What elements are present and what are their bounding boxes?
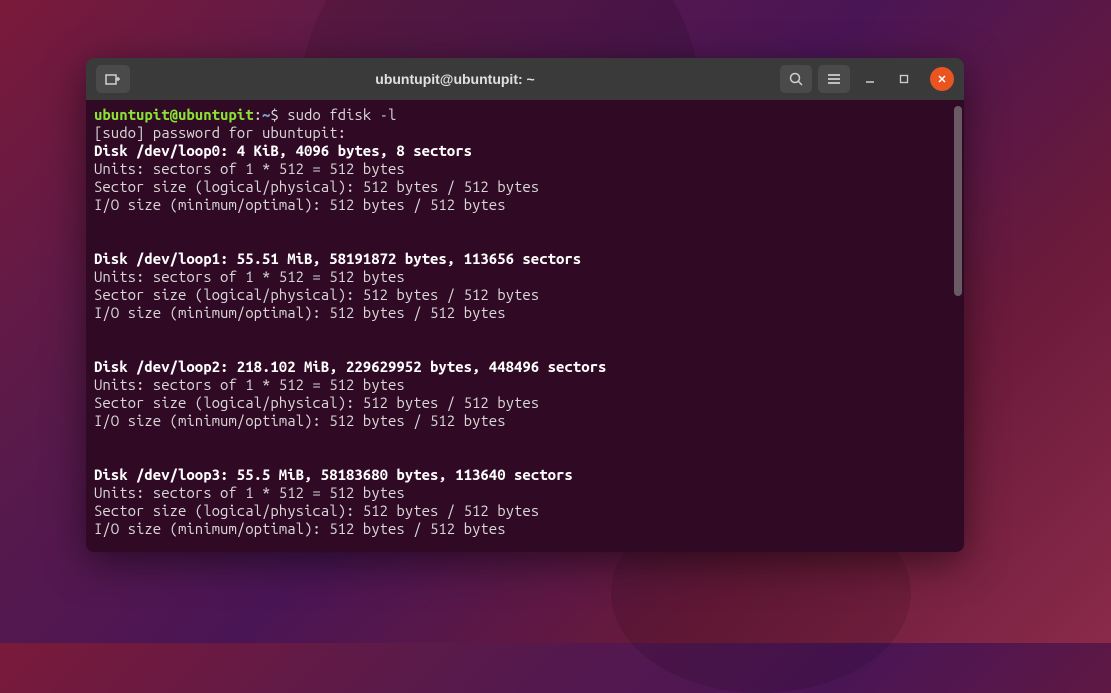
disk-sector: Sector size (logical/physical): 512 byte… bbox=[94, 286, 956, 304]
disk-sector: Sector size (logical/physical): 512 byte… bbox=[94, 394, 956, 412]
blank-line bbox=[94, 214, 956, 232]
titlebar: ubuntupit@ubuntupit: ~ bbox=[86, 58, 964, 100]
command-text: sudo fdisk -l bbox=[287, 106, 396, 123]
disk-header: Disk /dev/loop3: 55.5 MiB, 58183680 byte… bbox=[94, 466, 956, 484]
sudo-password-line: [sudo] password for ubuntupit: bbox=[94, 124, 956, 142]
disk-io: I/O size (minimum/optimal): 512 bytes / … bbox=[94, 196, 956, 214]
minimize-button[interactable] bbox=[856, 65, 884, 93]
window-title: ubuntupit@ubuntupit: ~ bbox=[136, 71, 774, 87]
disk-units: Units: sectors of 1 * 512 = 512 bytes bbox=[94, 376, 956, 394]
prompt-user-host: ubuntupit@ubuntupit bbox=[94, 106, 254, 123]
scrollbar[interactable] bbox=[954, 106, 962, 296]
menu-button[interactable] bbox=[818, 65, 850, 93]
prompt-dollar: $ bbox=[270, 106, 287, 123]
close-icon bbox=[937, 74, 947, 84]
disk-io: I/O size (minimum/optimal): 512 bytes / … bbox=[94, 304, 956, 322]
terminal-window: ubuntupit@ubuntupit: ~ bbox=[86, 58, 964, 552]
disk-header: Disk /dev/loop1: 55.51 MiB, 58191872 byt… bbox=[94, 250, 956, 268]
disk-io: I/O size (minimum/optimal): 512 bytes / … bbox=[94, 412, 956, 430]
close-button[interactable] bbox=[930, 67, 954, 91]
disk-units: Units: sectors of 1 * 512 = 512 bytes bbox=[94, 484, 956, 502]
maximize-button[interactable] bbox=[890, 65, 918, 93]
maximize-icon bbox=[899, 74, 909, 84]
search-button[interactable] bbox=[780, 65, 812, 93]
new-tab-icon bbox=[105, 72, 121, 86]
disk-units: Units: sectors of 1 * 512 = 512 bytes bbox=[94, 160, 956, 178]
disk-units: Units: sectors of 1 * 512 = 512 bytes bbox=[94, 268, 956, 286]
disk-header: Disk /dev/loop0: 4 KiB, 4096 bytes, 8 se… bbox=[94, 142, 956, 160]
new-tab-button[interactable] bbox=[96, 65, 130, 93]
search-icon bbox=[789, 72, 803, 86]
blank-line bbox=[94, 232, 956, 250]
prompt-line: ubuntupit@ubuntupit:~$ sudo fdisk -l bbox=[94, 106, 956, 124]
minimize-icon bbox=[865, 74, 875, 84]
hamburger-icon bbox=[827, 73, 841, 85]
prompt-colon: : bbox=[254, 106, 262, 123]
titlebar-controls bbox=[780, 65, 954, 93]
blank-line bbox=[94, 322, 956, 340]
disk-header: Disk /dev/loop2: 218.102 MiB, 229629952 … bbox=[94, 358, 956, 376]
blank-line bbox=[94, 430, 956, 448]
disk-sector: Sector size (logical/physical): 512 byte… bbox=[94, 502, 956, 520]
disk-sector: Sector size (logical/physical): 512 byte… bbox=[94, 178, 956, 196]
blank-line bbox=[94, 448, 956, 466]
terminal-body[interactable]: ubuntupit@ubuntupit:~$ sudo fdisk -l [su… bbox=[86, 100, 964, 552]
disk-io: I/O size (minimum/optimal): 512 bytes / … bbox=[94, 520, 956, 538]
blank-line bbox=[94, 340, 956, 358]
